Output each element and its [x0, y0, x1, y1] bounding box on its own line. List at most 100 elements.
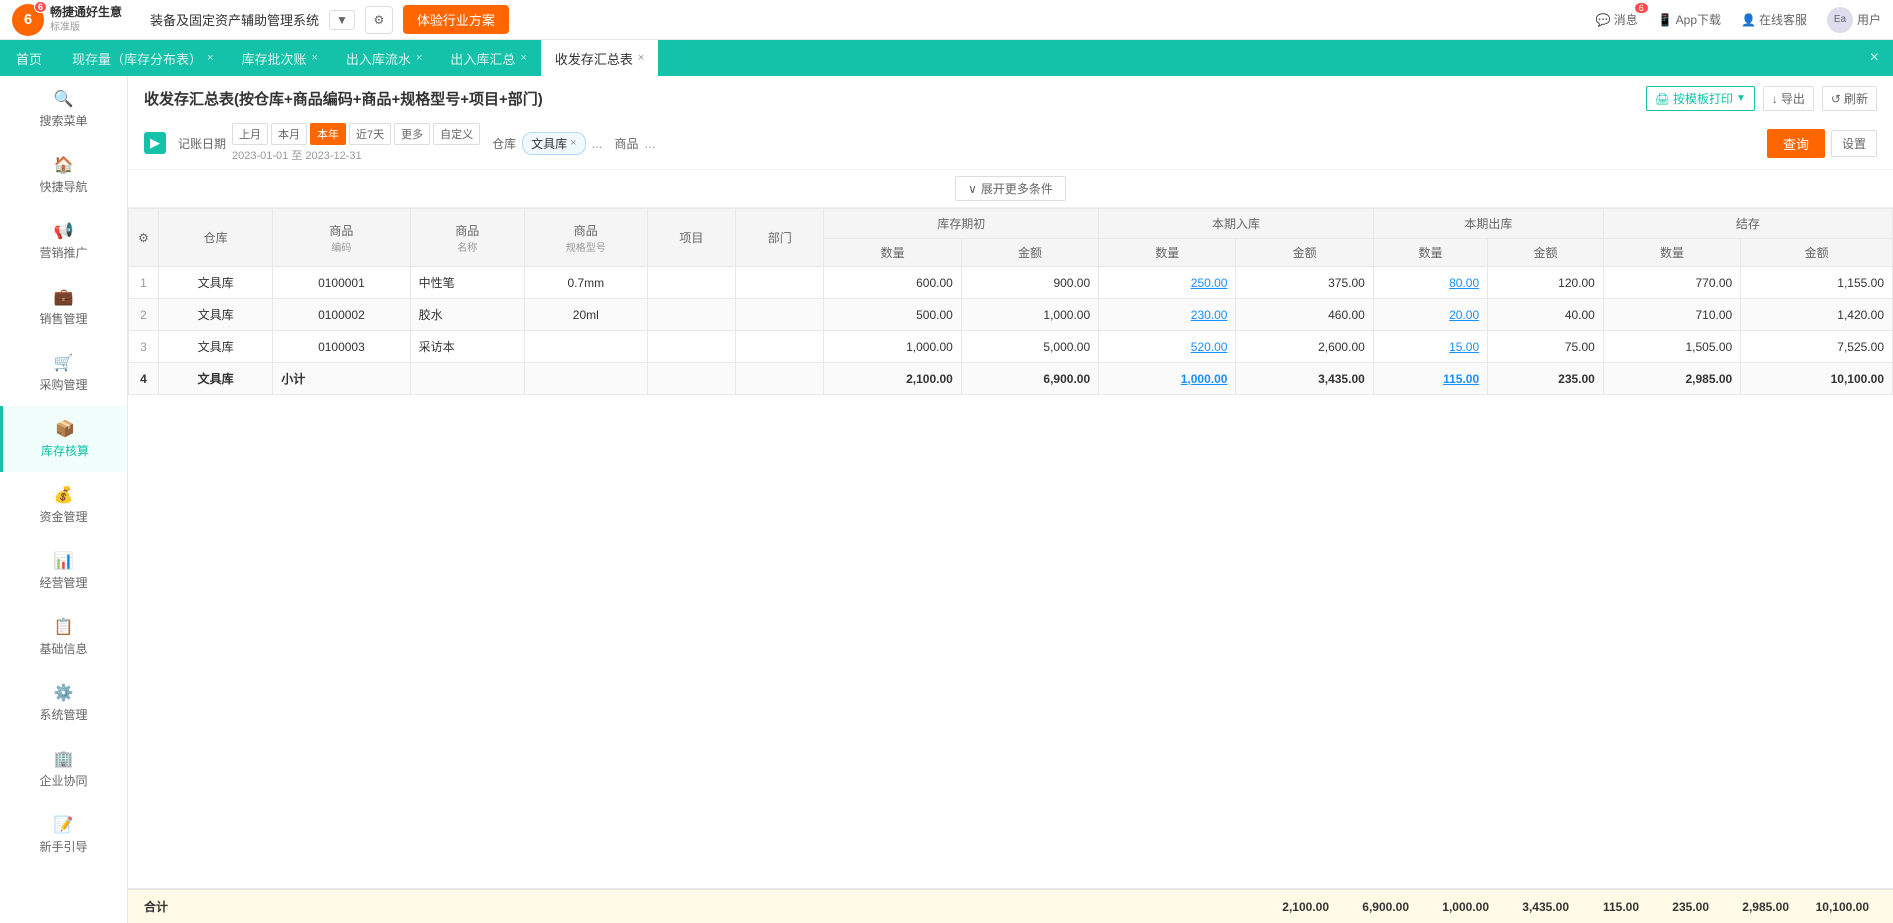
tab-receive-summary[interactable]: 收发存汇总表 × [541, 40, 658, 76]
top-right-actions: 🖨 按模板打印 ▼ ↓ 导出 ↺ 刷新 [1646, 86, 1877, 111]
th-settings[interactable]: ⚙ [129, 209, 159, 267]
tab-close-receive[interactable]: × [638, 52, 644, 64]
cell-close-qty-3: 1,505.00 [1603, 331, 1740, 363]
th-close-amt: 金额 [1741, 239, 1893, 267]
date-btn-this-month[interactable]: 本月 [271, 123, 307, 145]
sidebar-item-inventory[interactable]: 📦 库存核算 [0, 406, 127, 472]
tab-in-out-flow[interactable]: 出入库流水 × [332, 40, 436, 76]
print-icon: 🖨 [1655, 92, 1670, 106]
message-label: 消息 [1614, 11, 1638, 28]
total-in-qty: 1,000.00 [1417, 900, 1497, 914]
date-btn-last-month[interactable]: 上月 [232, 123, 268, 145]
cell-out-qty-3[interactable]: 15.00 [1373, 331, 1487, 363]
query-button[interactable]: 查询 [1767, 129, 1825, 158]
trial-button[interactable]: 体验行业方案 [403, 5, 509, 34]
cell-out-amt-2: 40.00 [1488, 299, 1604, 331]
cell-out-qty-1[interactable]: 80.00 [1373, 267, 1487, 299]
cell-close-amt-1: 1,155.00 [1741, 267, 1893, 299]
table-settings-icon[interactable]: ⚙ [138, 231, 149, 245]
tab-in-out-summary[interactable]: 出入库汇总 × [436, 40, 540, 76]
message-action[interactable]: 💬 消息 6 [1596, 11, 1638, 28]
settings-icon-btn[interactable]: ⚙ [365, 6, 393, 34]
warehouse-more-btn[interactable]: ... [592, 136, 603, 151]
cell-open-amt-2: 1,000.00 [961, 299, 1098, 331]
system-dropdown-btn[interactable]: ▼ [329, 10, 355, 30]
user-area[interactable]: Ea 用户 [1827, 7, 1881, 33]
home-icon: 🏠 [54, 155, 74, 175]
sidebar-item-marketing[interactable]: 📢 营销推广 [0, 208, 127, 274]
sidebar-item-system[interactable]: ⚙️ 系统管理 [0, 670, 127, 736]
th-dept: 部门 [736, 209, 824, 267]
header-actions: 💬 消息 6 📱 App下载 👤 在线客服 Ea 用户 [1596, 7, 1881, 33]
app-download-action[interactable]: 📱 App下载 [1658, 11, 1721, 28]
tab-close-inventory-dist[interactable]: × [207, 52, 213, 64]
cell-close-qty-2: 710.00 [1603, 299, 1740, 331]
warehouse-tag[interactable]: 文具库 × [522, 132, 585, 155]
settings-small-button[interactable]: 设置 [1831, 130, 1877, 157]
tab-close-flow[interactable]: × [416, 52, 422, 64]
warehouse-label: 仓库 [492, 135, 516, 152]
cell-subtotal-empty3 [647, 363, 735, 395]
refresh-btn[interactable]: ↺ 刷新 [1822, 86, 1877, 111]
th-spec: 商品规格型号 [524, 209, 647, 267]
expand-conditions-btn[interactable]: ∨ 展开更多条件 [955, 176, 1066, 201]
tab-home[interactable]: 首页 [0, 40, 58, 76]
tab-batch-accounts[interactable]: 库存批次账 × [227, 40, 331, 76]
warehouse-tag-remove[interactable]: × [570, 137, 576, 149]
date-btn-this-year[interactable]: 本年 [310, 123, 346, 145]
print-btn[interactable]: 🖨 按模板打印 ▼ [1646, 86, 1755, 111]
operations-icon: 📊 [54, 551, 74, 571]
date-btn-7days[interactable]: 近7天 [349, 123, 391, 145]
cell-out-qty-2[interactable]: 20.00 [1373, 299, 1487, 331]
sidebar-item-purchase[interactable]: 🛒 采购管理 [0, 340, 127, 406]
tab-close-batch[interactable]: × [311, 52, 317, 64]
sidebar-item-search[interactable]: 🔍 搜索菜单 [0, 76, 127, 142]
th-close-qty: 数量 [1603, 239, 1740, 267]
logo-icon: 6 6 [12, 4, 44, 36]
cell-in-amt-2: 460.00 [1236, 299, 1373, 331]
date-btn-more[interactable]: 更多 [394, 123, 430, 145]
top-header: 6 6 畅捷通好生意 标准版 装备及固定资产辅助管理系统 ▼ ⚙ 体验行业方案 … [0, 0, 1893, 40]
cell-in-qty-3[interactable]: 520.00 [1099, 331, 1236, 363]
table-header-row-1: ⚙ 仓库 商品编码 商品名称 商品规格型号 项目 部门 库存期初 本期入库 本期… [129, 209, 1893, 239]
tab-close-summary[interactable]: × [520, 52, 526, 64]
cell-subtotal-label: 小计 [273, 363, 410, 395]
message-badge: 6 [1635, 3, 1648, 13]
tab-inventory-dist[interactable]: 现存量（库存分布表） × [58, 40, 227, 76]
export-btn[interactable]: ↓ 导出 [1763, 86, 1814, 111]
enterprise-icon: 🏢 [54, 749, 74, 769]
sidebar-item-finance[interactable]: 💰 资金管理 [0, 472, 127, 538]
th-warehouse: 仓库 [159, 209, 273, 267]
sidebar-item-basic[interactable]: 📋 基础信息 [0, 604, 127, 670]
sidebar-item-operations[interactable]: 📊 经营管理 [0, 538, 127, 604]
sales-icon: 💼 [54, 287, 74, 307]
cell-name-2: 胶水 [410, 299, 524, 331]
th-out-amt: 金额 [1488, 239, 1604, 267]
th-opening-group: 库存期初 [824, 209, 1099, 239]
total-out-qty: 115.00 [1577, 900, 1647, 914]
cell-subtotal-in-qty[interactable]: 1,000.00 [1099, 363, 1236, 395]
tab-close-window[interactable]: × [1856, 49, 1893, 67]
cell-dept-1 [736, 267, 824, 299]
goods-more-btn[interactable]: ... [644, 136, 655, 151]
online-service-action[interactable]: 👤 在线客服 [1741, 11, 1807, 28]
cell-in-amt-3: 2,600.00 [1236, 331, 1373, 363]
cell-dept-3 [736, 331, 824, 363]
purchase-icon: 🛒 [54, 353, 74, 373]
filter-bar: ▶ 记账日期 上月 本月 本年 近7天 更多 自定义 2023-01-01 至 … [128, 117, 1893, 170]
sidebar-item-sales[interactable]: 💼 销售管理 [0, 274, 127, 340]
chevron-down-expand-icon: ∨ [968, 182, 977, 196]
total-values: 2,100.00 6,900.00 1,000.00 3,435.00 115.… [1257, 900, 1877, 914]
cell-subtotal-out-qty[interactable]: 115.00 [1373, 363, 1487, 395]
filter-toggle-btn[interactable]: ▶ [144, 132, 166, 154]
sidebar-item-enterprise[interactable]: 🏢 企业协同 [0, 736, 127, 802]
cell-in-qty-2[interactable]: 230.00 [1099, 299, 1236, 331]
sidebar-item-guide[interactable]: 📝 新手引导 [0, 802, 127, 868]
cell-in-qty-1[interactable]: 250.00 [1099, 267, 1236, 299]
date-btn-custom[interactable]: 自定义 [433, 123, 480, 145]
cell-close-amt-2: 1,420.00 [1741, 299, 1893, 331]
sidebar-item-quick-nav[interactable]: 🏠 快捷导航 [0, 142, 127, 208]
cell-close-amt-3: 7,525.00 [1741, 331, 1893, 363]
nav-tabs-bar: 首页 现存量（库存分布表） × 库存批次账 × 出入库流水 × 出入库汇总 × … [0, 40, 1893, 76]
cell-name-1: 中性笔 [410, 267, 524, 299]
